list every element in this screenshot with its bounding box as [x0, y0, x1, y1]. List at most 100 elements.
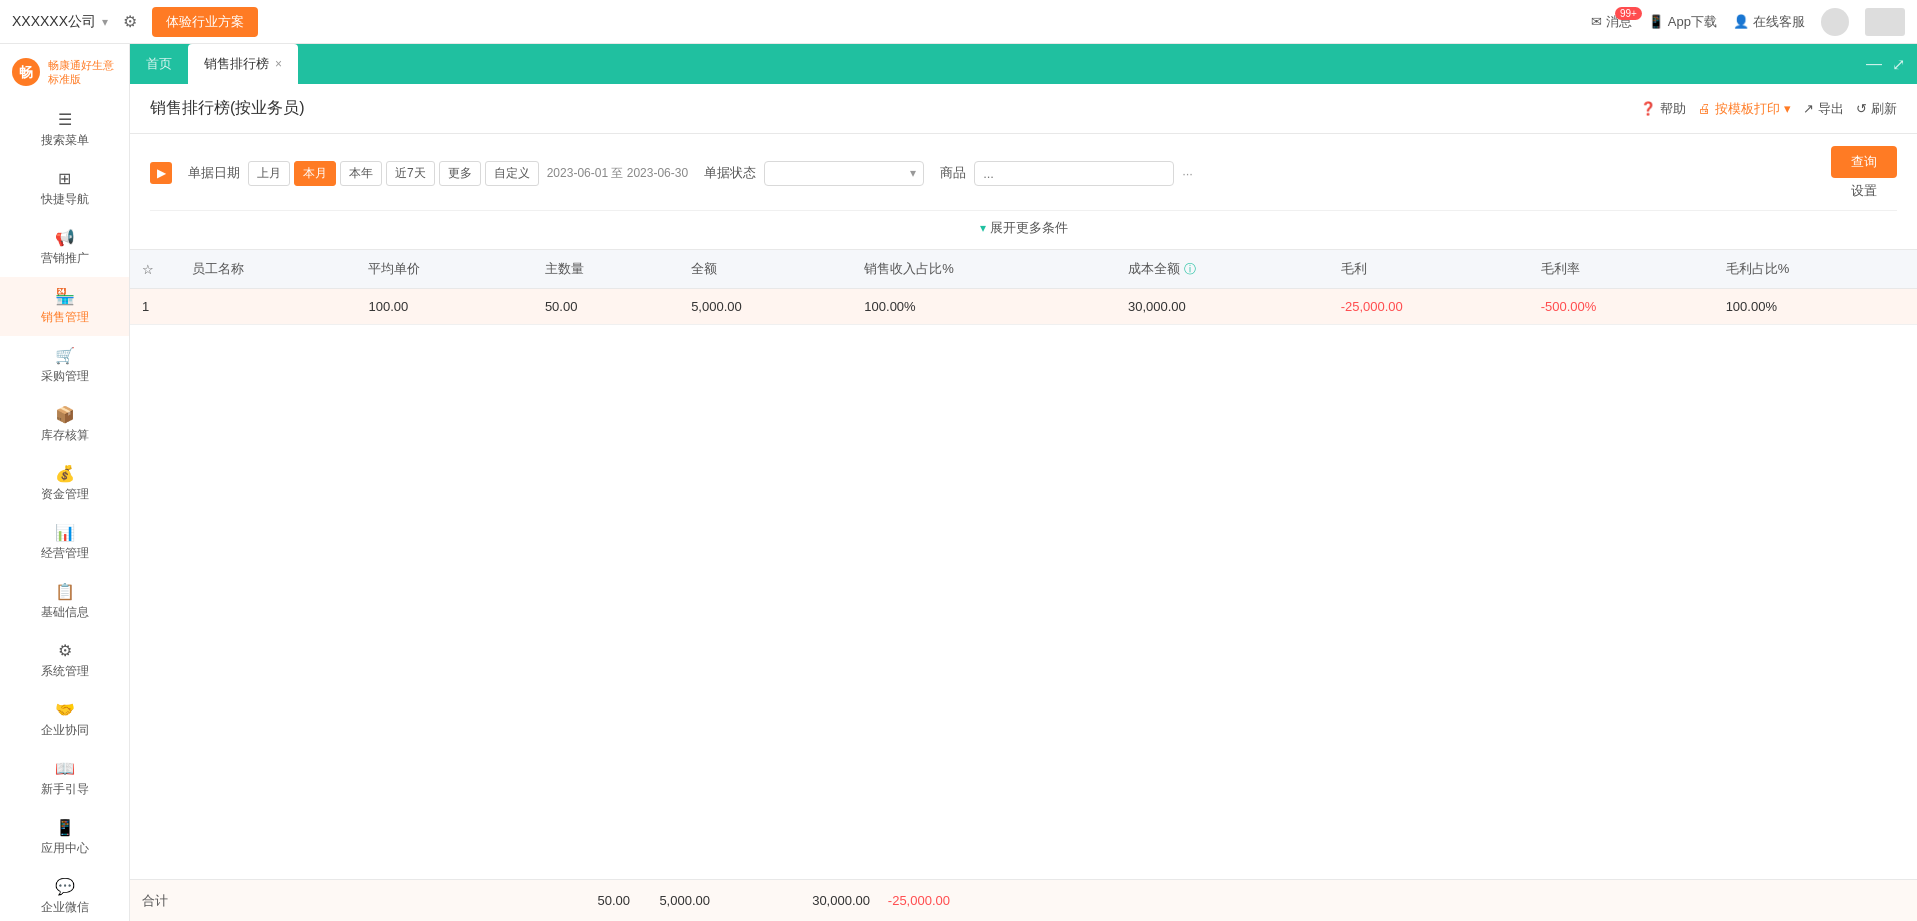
- filter-group-goods: 商品 ···: [940, 161, 1193, 186]
- date-btn-more[interactable]: 更多: [439, 161, 481, 186]
- top-bar: XXXXXX公司 ▾ ⚙ 体验行业方案 ✉ 消息 99+ 📱 App下载 👤 在…: [0, 0, 1917, 44]
- sidebar-item-sales[interactable]: 🏪 销售管理: [0, 277, 129, 336]
- table-footer: 合计 50.00 5,000.00 30,000.00 -25,000.00: [130, 879, 1917, 921]
- filter-group-status: 单据状态: [704, 161, 924, 186]
- help-button[interactable]: ❓ 帮助: [1640, 100, 1686, 118]
- sidebar-item-operations-label: 经营管理: [41, 545, 89, 562]
- service-icon: 👤: [1733, 14, 1749, 29]
- query-actions: 查询 设置: [1831, 146, 1897, 200]
- table-body: 1 100.00 50.00 5,000.00 100.00% 30,000.0…: [130, 289, 1917, 325]
- sidebar-item-search-label: 搜索菜单: [41, 132, 89, 149]
- company-name: XXXXXX公司: [12, 13, 96, 31]
- company-chevron-icon: ▾: [102, 15, 108, 29]
- quick-nav-icon: ⊞: [58, 169, 71, 188]
- sidebar-item-system-label: 系统管理: [41, 663, 89, 680]
- help-label: 帮助: [1660, 100, 1686, 118]
- table-container: ☆ 员工名称 平均单价 主数量 全额 销售收入占比% 成本全额 ⓘ 毛利 毛利率…: [130, 250, 1917, 879]
- page-header: 销售排行榜(按业务员) ❓ 帮助 🖨 按模板打印 ▾ ↗ 导出: [130, 84, 1917, 134]
- print-chevron-icon: ▾: [1784, 101, 1791, 116]
- trial-button[interactable]: 体验行业方案: [152, 7, 258, 37]
- col-cost: 成本全额 ⓘ: [1116, 250, 1329, 289]
- export-button[interactable]: ↗ 导出: [1803, 100, 1844, 118]
- inventory-icon: 📦: [55, 405, 75, 424]
- company-selector[interactable]: XXXXXX公司 ▾: [12, 13, 108, 31]
- sidebar-item-quick-nav-label: 快捷导航: [41, 191, 89, 208]
- expand-row: ▾ 展开更多条件: [150, 210, 1897, 237]
- col-name: 员工名称: [180, 250, 356, 289]
- date-range: 2023-06-01 至 2023-06-30: [547, 165, 688, 182]
- date-btn-custom[interactable]: 自定义: [485, 161, 539, 186]
- footer-label: 合计: [142, 892, 362, 910]
- page-title: 销售排行榜(按业务员): [150, 98, 305, 119]
- sidebar-item-system[interactable]: ⚙ 系统管理: [0, 631, 129, 690]
- app-icon: 📱: [1648, 14, 1664, 29]
- template-print-label: 按模板打印: [1715, 100, 1780, 118]
- message-badge: 99+: [1615, 7, 1642, 20]
- expand-label: 展开更多条件: [990, 219, 1068, 237]
- guide-icon: 📖: [55, 759, 75, 778]
- cell-sales-pct: 100.00%: [852, 289, 1116, 325]
- date-btn-this-month[interactable]: 本月: [294, 161, 336, 186]
- goods-more-icon[interactable]: ···: [1182, 166, 1193, 181]
- purchase-icon: 🛒: [55, 346, 75, 365]
- message-button[interactable]: ✉ 消息 99+: [1591, 13, 1632, 31]
- main-layout: 畅 畅康通好生意 标准版 ☰ 搜索菜单 ⊞ 快捷导航 📢 营销推广 🏪: [0, 44, 1917, 921]
- date-buttons: 上月 本月 本年 近7天 更多 自定义: [248, 161, 539, 186]
- query-button[interactable]: 查询: [1831, 146, 1897, 178]
- col-profit-rate: 毛利率: [1529, 250, 1714, 289]
- print-icon: 🖨: [1698, 101, 1711, 116]
- sidebar-item-purchase[interactable]: 🛒 采购管理: [0, 336, 129, 395]
- tab-minimize-icon[interactable]: —: [1866, 55, 1882, 73]
- goods-input[interactable]: [974, 161, 1174, 186]
- footer-qty: 50.00: [562, 893, 642, 908]
- message-icon: ✉: [1591, 14, 1602, 29]
- cell-amount: 5,000.00: [679, 289, 852, 325]
- status-select[interactable]: [764, 161, 924, 186]
- refresh-button[interactable]: ↺ 刷新: [1856, 100, 1897, 118]
- col-qty: 主数量: [533, 250, 679, 289]
- sidebar-item-basics[interactable]: 📋 基础信息: [0, 572, 129, 631]
- rankings-table: ☆ 员工名称 平均单价 主数量 全额 销售收入占比% 成本全额 ⓘ 毛利 毛利率…: [130, 250, 1917, 325]
- tab-close-icon[interactable]: ×: [275, 57, 282, 71]
- col-profit-pct: 毛利占比%: [1714, 250, 1917, 289]
- app-download-button[interactable]: 📱 App下载: [1648, 13, 1717, 31]
- footer-cost: 30,000.00: [802, 893, 882, 908]
- date-label: 单据日期: [188, 164, 240, 182]
- tab-fullscreen-icon[interactable]: ⤢: [1892, 55, 1905, 74]
- finance-icon: 💰: [55, 464, 75, 483]
- date-btn-this-year[interactable]: 本年: [340, 161, 382, 186]
- date-btn-7-days[interactable]: 近7天: [386, 161, 435, 186]
- date-btn-last-month[interactable]: 上月: [248, 161, 290, 186]
- app-download-label: App下载: [1668, 13, 1717, 31]
- topbar-right: ✉ 消息 99+ 📱 App下载 👤 在线客服: [1591, 8, 1905, 36]
- sidebar-item-marketing[interactable]: 📢 营销推广: [0, 218, 129, 277]
- operations-icon: 📊: [55, 523, 75, 542]
- sidebar-item-wechat[interactable]: 💬 企业微信: [0, 867, 129, 921]
- sidebar-item-apps[interactable]: 📱 应用中心: [0, 808, 129, 867]
- tab-sales-ranking-label: 销售排行榜: [204, 55, 269, 73]
- tab-sales-ranking[interactable]: 销售排行榜 ×: [188, 44, 298, 84]
- cell-qty: 50.00: [533, 289, 679, 325]
- sidebar-item-quick-nav[interactable]: ⊞ 快捷导航: [0, 159, 129, 218]
- avatar[interactable]: [1821, 8, 1849, 36]
- col-rank: ☆: [130, 250, 180, 289]
- col-profit: 毛利: [1329, 250, 1529, 289]
- company-settings-icon[interactable]: ⚙: [116, 8, 144, 36]
- setting-link-button[interactable]: 设置: [1831, 182, 1897, 200]
- sidebar-item-operations[interactable]: 📊 经营管理: [0, 513, 129, 572]
- cell-profit: -25,000.00: [1329, 289, 1529, 325]
- svg-text:畅: 畅: [19, 64, 33, 80]
- sidebar-item-purchase-label: 采购管理: [41, 368, 89, 385]
- tab-home[interactable]: 首页: [130, 44, 188, 84]
- sidebar-item-search[interactable]: ☰ 搜索菜单: [0, 100, 129, 159]
- sidebar-item-finance-label: 资金管理: [41, 486, 89, 503]
- sidebar-item-sales-label: 销售管理: [41, 309, 89, 326]
- online-service-button[interactable]: 👤 在线客服: [1733, 13, 1805, 31]
- expand-conditions-button[interactable]: ▾ 展开更多条件: [980, 219, 1068, 237]
- sidebar-item-inventory[interactable]: 📦 库存核算: [0, 395, 129, 454]
- collapse-arrow-button[interactable]: ▶: [150, 162, 172, 184]
- sidebar-item-guide[interactable]: 📖 新手引导: [0, 749, 129, 808]
- sidebar-item-finance[interactable]: 💰 资金管理: [0, 454, 129, 513]
- template-print-button[interactable]: 🖨 按模板打印 ▾: [1698, 100, 1791, 118]
- sidebar-item-enterprise[interactable]: 🤝 企业协同: [0, 690, 129, 749]
